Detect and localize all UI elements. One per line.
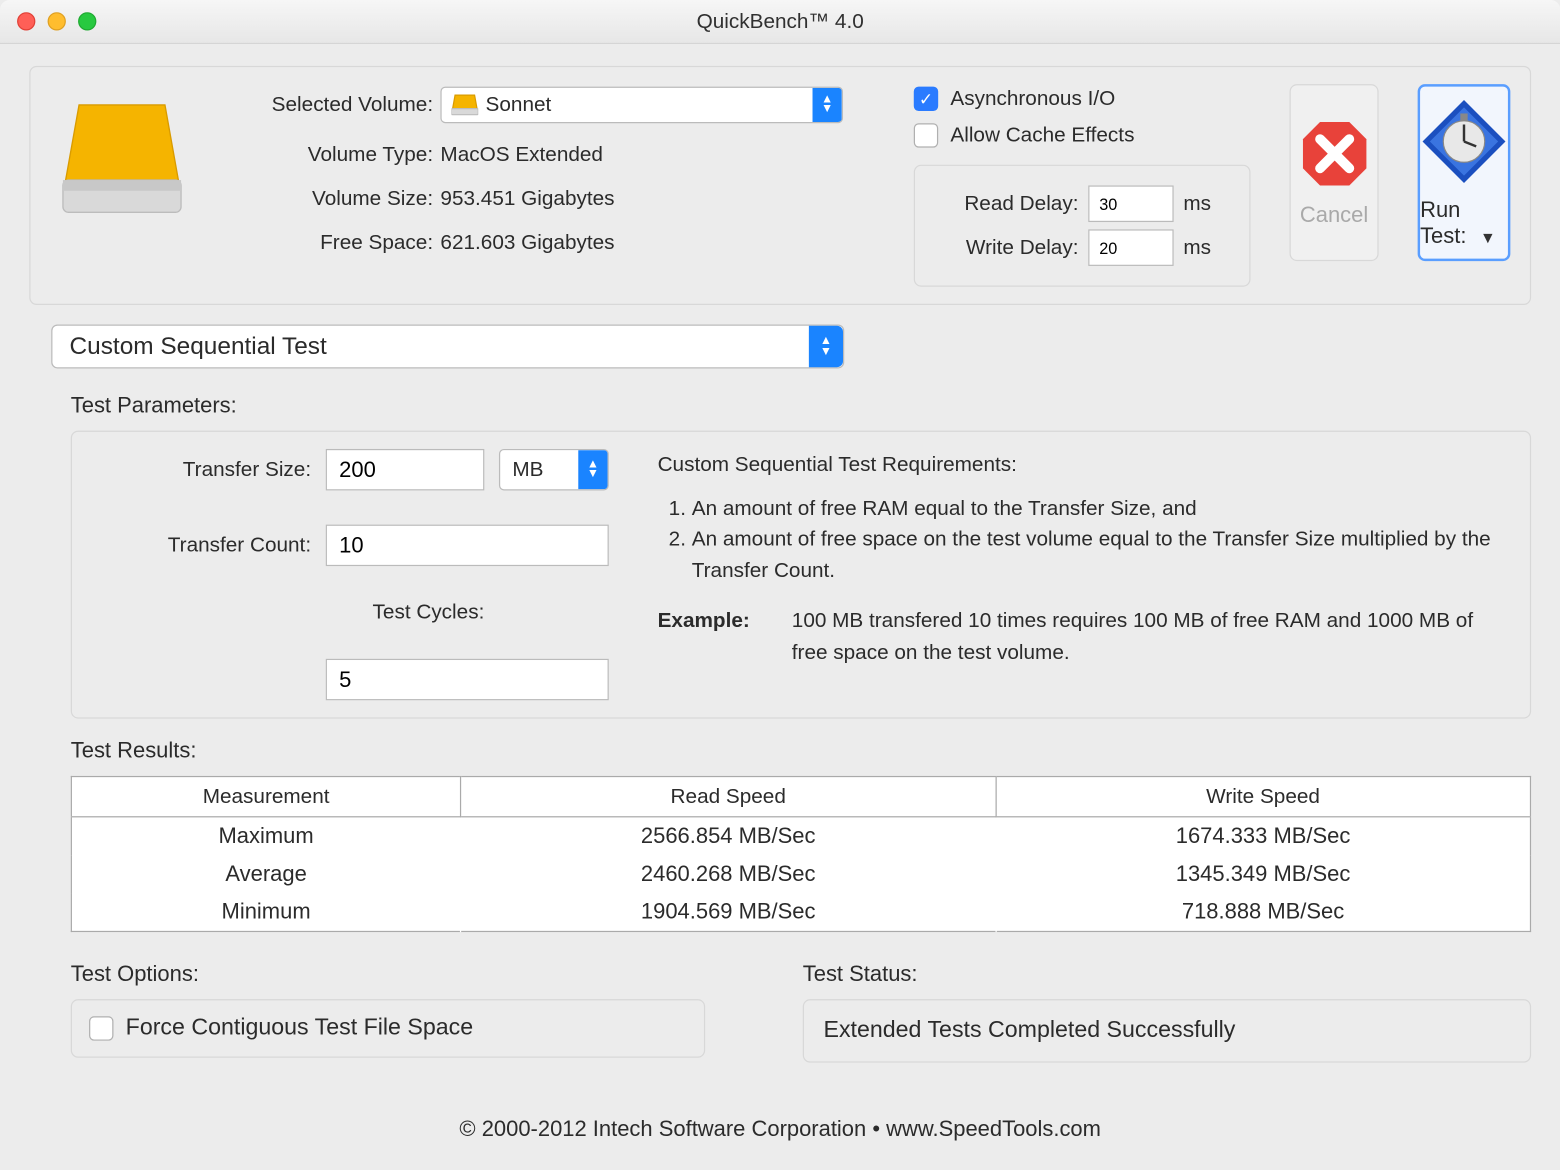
read-delay-input[interactable]	[1088, 185, 1173, 222]
requirement-2: An amount of free space on the test volu…	[692, 523, 1511, 585]
write-delay-unit: ms	[1183, 235, 1232, 259]
window-title: QuickBench™ 4.0	[0, 9, 1560, 33]
test-cycles-input[interactable]	[326, 659, 609, 700]
results-table: Measurement Read Speed Write Speed Maxim…	[71, 776, 1531, 932]
write-delay-input[interactable]	[1088, 229, 1173, 266]
transfer-count-label: Transfer Count:	[92, 533, 312, 557]
test-cycles-label: Test Cycles:	[326, 600, 485, 624]
transfer-size-unit-value: MB	[500, 458, 578, 482]
test-parameters-panel: Transfer Size: MB ▲▼ Transfer Count: Tes…	[71, 431, 1531, 719]
write-delay-label: Write Delay:	[932, 235, 1078, 259]
test-status-label: Test Status:	[803, 961, 1531, 987]
test-type-dropdown[interactable]: Custom Sequential Test ▲▼	[51, 325, 844, 369]
chevron-down-icon: ▼	[1480, 228, 1496, 246]
force-contiguous-checkbox[interactable]	[89, 1016, 113, 1040]
titlebar: QuickBench™ 4.0	[0, 0, 1560, 44]
col-read-speed: Read Speed	[461, 777, 996, 817]
test-status-value: Extended Tests Completed Successfully	[824, 1017, 1236, 1043]
read-delay-unit: ms	[1183, 192, 1232, 216]
col-measurement: Measurement	[71, 777, 460, 817]
free-space-value: 621.603 Gigabytes	[440, 231, 843, 255]
transfer-count-input[interactable]	[326, 525, 609, 566]
example-label: Example:	[658, 605, 780, 667]
table-row: Maximum 2566.854 MB/Sec 1674.333 MB/Sec	[71, 817, 1530, 855]
footer-text: © 2000-2012 Intech Software Corporation …	[29, 1116, 1531, 1142]
test-type-value: Custom Sequential Test	[52, 332, 326, 360]
delay-group: Read Delay: ms Write Delay: ms	[914, 165, 1251, 287]
test-results-label: Test Results:	[71, 738, 1531, 764]
transfer-size-label: Transfer Size:	[92, 458, 312, 482]
selected-volume-value: Sonnet	[486, 93, 813, 117]
free-space-label: Free Space:	[221, 231, 441, 255]
allow-cache-checkbox[interactable]	[914, 123, 938, 147]
requirements-heading: Custom Sequential Test Requirements:	[658, 449, 1511, 480]
async-io-checkbox[interactable]: ✓	[914, 87, 938, 111]
stopwatch-icon	[1420, 97, 1508, 185]
volume-size-label: Volume Size:	[221, 187, 441, 211]
async-io-label: Asynchronous I/O	[950, 87, 1115, 111]
run-test-button[interactable]: Run Test: ▼	[1418, 84, 1511, 261]
chevron-updown-icon: ▲▼	[809, 326, 843, 367]
cancel-label: Cancel	[1300, 203, 1368, 229]
selected-volume-label: Selected Volume:	[221, 93, 441, 117]
selected-volume-dropdown[interactable]: Sonnet ▲▼	[440, 87, 843, 124]
chevron-updown-icon: ▲▼	[578, 450, 607, 489]
transfer-size-input[interactable]	[326, 449, 485, 490]
allow-cache-label: Allow Cache Effects	[950, 123, 1134, 147]
force-contiguous-label: Force Contiguous Test File Space	[126, 1015, 473, 1042]
volume-mini-icon	[451, 94, 478, 116]
drive-icon	[55, 92, 189, 226]
read-delay-label: Read Delay:	[932, 192, 1078, 216]
test-options-label: Test Options:	[71, 961, 705, 987]
table-row: Average 2460.268 MB/Sec 1345.349 MB/Sec	[71, 855, 1530, 893]
requirement-1: An amount of free RAM equal to the Trans…	[692, 492, 1511, 523]
volume-size-value: 953.451 Gigabytes	[440, 187, 843, 211]
volume-panel: Selected Volume: Sonnet ▲▼ Volume Type: …	[29, 66, 1531, 305]
transfer-size-unit-dropdown[interactable]: MB ▲▼	[499, 449, 609, 490]
col-write-speed: Write Speed	[996, 777, 1531, 817]
cancel-button[interactable]: Cancel	[1290, 84, 1379, 261]
chevron-updown-icon: ▲▼	[813, 88, 842, 122]
volume-type-label: Volume Type:	[221, 143, 441, 167]
table-row: Minimum 1904.569 MB/Sec 718.888 MB/Sec	[71, 893, 1530, 931]
cancel-icon	[1297, 117, 1370, 190]
volume-type-value: MacOS Extended	[440, 143, 843, 167]
requirements-text: Custom Sequential Test Requirements: An …	[658, 449, 1511, 667]
example-text: 100 MB transfered 10 times requires 100 …	[792, 605, 1511, 667]
test-parameters-label: Test Parameters:	[71, 393, 1531, 419]
